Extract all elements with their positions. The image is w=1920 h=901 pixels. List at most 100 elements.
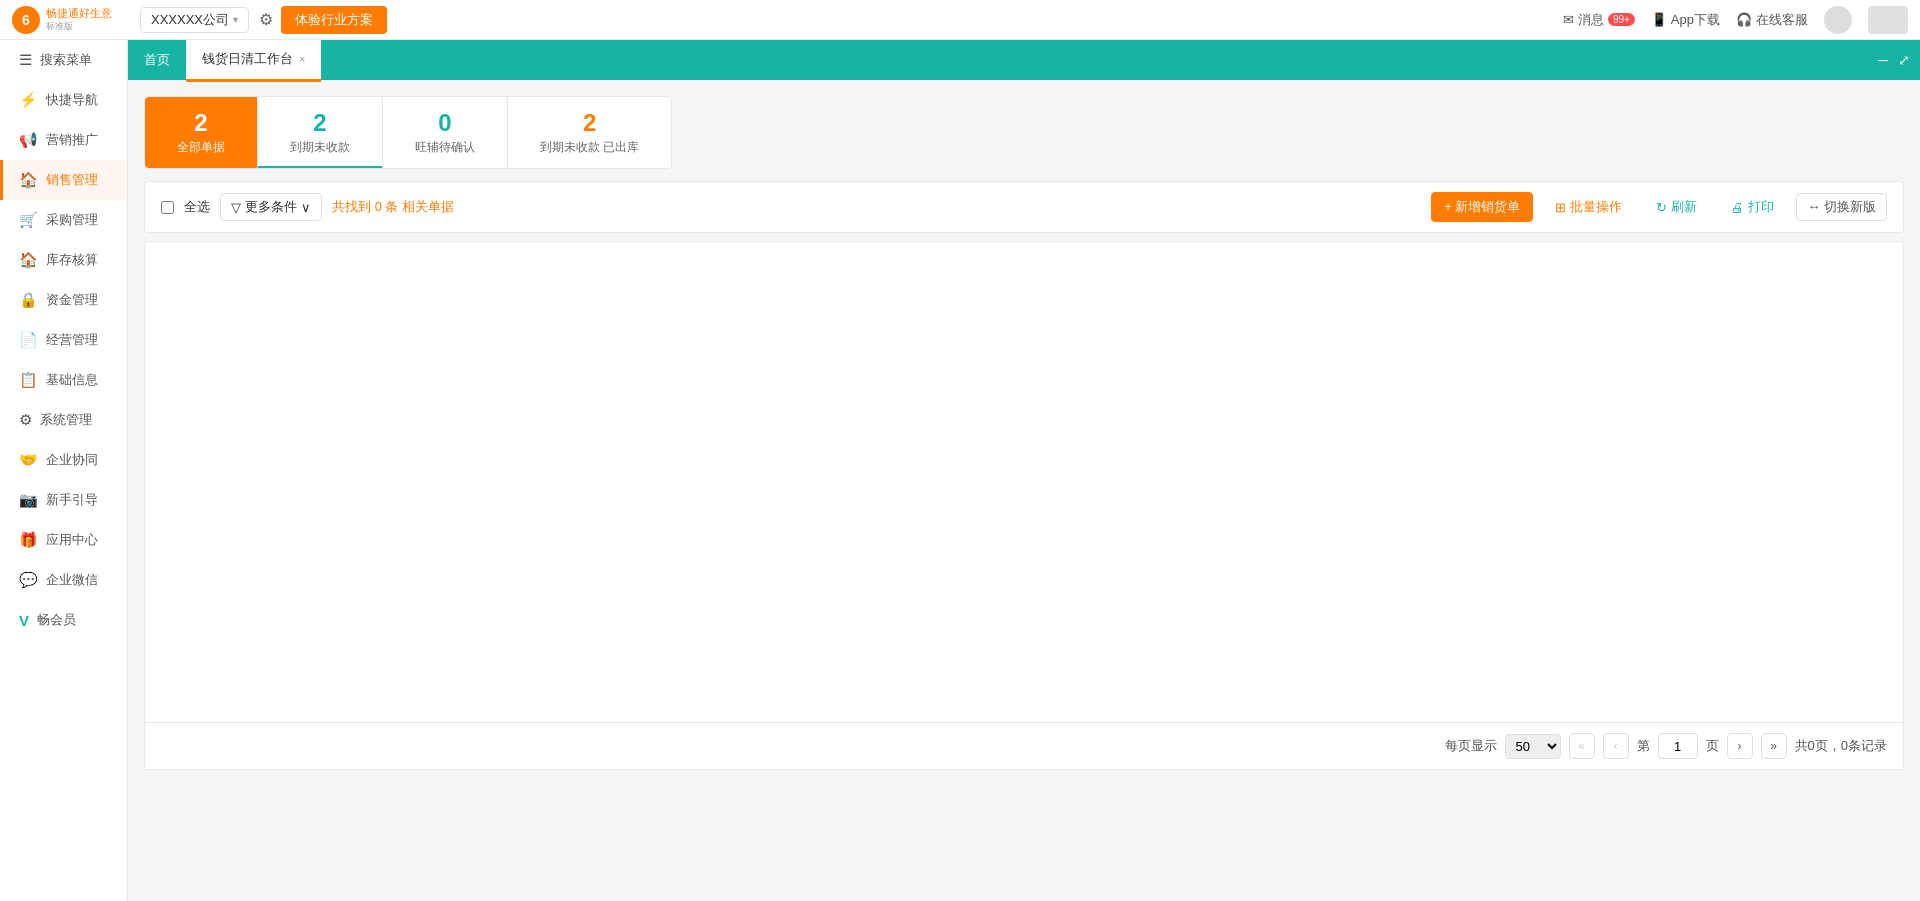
avatar[interactable]	[1824, 6, 1852, 34]
sidebar-item-basic-info[interactable]: 📋 基础信息	[0, 360, 127, 400]
last-page-btn[interactable]: »	[1761, 733, 1787, 759]
sidebar-item-operations[interactable]: 📄 经营管理	[0, 320, 127, 360]
message-icon: ✉	[1563, 12, 1574, 27]
batch-btn[interactable]: ⊞ 批量操作	[1543, 193, 1634, 221]
sidebar-item-vip[interactable]: V 畅会员	[0, 600, 127, 640]
sidebar: ☰ 搜索菜单 ⚡ 快捷导航 📢 营销推广 🏠 销售管理 🛒 采购管理 🏠 库存核…	[0, 40, 128, 901]
next-page-btn[interactable]: ›	[1727, 733, 1753, 759]
sidebar-item-guide[interactable]: 📷 新手引导	[0, 480, 127, 520]
logo-area: 6 畅捷通好生意 标准版	[12, 6, 140, 34]
chevron-down-icon: ▾	[233, 14, 238, 25]
inventory-icon: 🏠	[19, 251, 38, 269]
search-menu-icon: ☰	[19, 51, 32, 69]
page-unit: 页	[1706, 737, 1719, 755]
expand-icon[interactable]: ⤢	[1898, 52, 1910, 68]
system-icon: ⚙	[19, 411, 32, 429]
table-body	[145, 242, 1903, 722]
stat-card-pending[interactable]: 0 旺辅待确认	[383, 97, 508, 168]
filter-icon: ▽	[231, 200, 241, 215]
sidebar-item-wechat[interactable]: 💬 企业微信	[0, 560, 127, 600]
stat-number-overdue: 2	[290, 109, 350, 137]
stat-card-all[interactable]: 2 全部单据	[145, 97, 258, 168]
batch-icon: ⊞	[1555, 200, 1566, 215]
header-middle: ⚙ 体验行业方案	[259, 6, 1563, 34]
stat-label-pending: 旺辅待确认	[415, 139, 475, 156]
guide-icon: 📷	[19, 491, 38, 509]
minimize-icon[interactable]: ─	[1878, 52, 1888, 68]
nav-tabs: 首页 钱货日清工作台 × ─ ⤢	[128, 40, 1920, 80]
sidebar-item-enterprise[interactable]: 🤝 企业协同	[0, 440, 127, 480]
app-center-icon: 🎁	[19, 531, 38, 549]
sidebar-item-app-center[interactable]: 🎁 应用中心	[0, 520, 127, 560]
select-all-checkbox[interactable]	[161, 201, 174, 214]
first-page-btn[interactable]: «	[1569, 733, 1595, 759]
finance-icon: 🔒	[19, 291, 38, 309]
logo-version: 标准版	[46, 20, 112, 33]
messages-badge: 99+	[1608, 13, 1635, 26]
switch-icon: ↔	[1807, 199, 1820, 214]
add-sales-btn[interactable]: + 新增销货单	[1431, 192, 1533, 222]
sidebar-item-marketing[interactable]: 📢 营销推广	[0, 120, 127, 160]
toolbar: 全选 ▽ 更多条件 ∨ 共找到 0 条 相关单据 + 新增销货单 ⊞ 批量操作 …	[144, 181, 1904, 233]
company-selector[interactable]: XXXXXX公司 ▾	[140, 7, 249, 33]
stat-card-overdue[interactable]: 2 到期未收款	[258, 97, 383, 168]
vip-icon: V	[19, 612, 29, 629]
print-btn[interactable]: 🖨 打印	[1719, 193, 1786, 221]
select-all-label: 全选	[184, 198, 210, 216]
tab-close-icon[interactable]: ×	[299, 53, 305, 65]
sidebar-item-finance[interactable]: 🔒 资金管理	[0, 280, 127, 320]
tab-underline-overdue	[258, 166, 382, 168]
filter-chevron-icon: ∨	[301, 200, 311, 215]
refresh-icon: ↻	[1656, 200, 1667, 215]
sales-icon: 🏠	[19, 171, 38, 189]
sidebar-item-purchase[interactable]: 🛒 采购管理	[0, 200, 127, 240]
sidebar-item-sales[interactable]: 🏠 销售管理	[0, 160, 127, 200]
messages-btn[interactable]: ✉ 消息 99+	[1563, 11, 1635, 29]
operations-icon: 📄	[19, 331, 38, 349]
total-label: 共0页，0条记录	[1795, 737, 1887, 755]
stat-number-overdue-out: 2	[540, 109, 639, 137]
main-content: 2 全部单据 2 到期未收款 0 旺辅待确认 2 到期未收款 已出库 全选 ▽ …	[128, 80, 1920, 901]
stat-number-pending: 0	[415, 109, 475, 137]
filter-button[interactable]: ▽ 更多条件 ∨	[220, 193, 322, 221]
nav-right-controls: ─ ⤢	[1878, 52, 1920, 68]
tab-home[interactable]: 首页	[128, 40, 186, 80]
top-header: 6 畅捷通好生意 标准版 XXXXXX公司 ▾ ⚙ 体验行业方案 ✉ 消息 99…	[0, 0, 1920, 40]
per-page-select[interactable]: 50 100 200	[1505, 734, 1561, 759]
stat-label-overdue: 到期未收款	[290, 139, 350, 156]
sidebar-item-quick-nav[interactable]: ⚡ 快捷导航	[0, 80, 127, 120]
logo-icon: 6	[12, 6, 40, 34]
sidebar-item-system[interactable]: ⚙ 系统管理	[0, 400, 127, 440]
logo-name: 畅捷通好生意	[46, 6, 112, 20]
table-area: 每页显示 50 100 200 « ‹ 第 页 › » 共0页，0条记录	[144, 241, 1904, 770]
tab-indicator	[186, 79, 321, 82]
quick-nav-icon: ⚡	[19, 91, 38, 109]
sidebar-item-inventory[interactable]: 🏠 库存核算	[0, 240, 127, 280]
marketing-icon: 📢	[19, 131, 38, 149]
refresh-btn[interactable]: ↻ 刷新	[1644, 193, 1709, 221]
stat-label-overdue-out: 到期未收款 已出库	[540, 139, 639, 156]
basic-info-icon: 📋	[19, 371, 38, 389]
found-link[interactable]: 相关单据	[402, 199, 454, 214]
prev-page-btn[interactable]: ‹	[1603, 733, 1629, 759]
trial-button[interactable]: 体验行业方案	[281, 6, 387, 34]
stat-card-overdue-out[interactable]: 2 到期未收款 已出库	[508, 97, 671, 168]
stat-number-all: 2	[177, 109, 225, 137]
user-name-area	[1868, 6, 1908, 34]
found-count-text: 共找到 0 条 相关单据	[332, 198, 454, 216]
service-icon: 🎧	[1736, 12, 1752, 27]
tab-work-bench[interactable]: 钱货日清工作台 ×	[186, 39, 321, 79]
app-download-btn[interactable]: 📱 App下载	[1651, 11, 1720, 29]
page-label: 第	[1637, 737, 1650, 755]
download-icon: 📱	[1651, 12, 1667, 27]
online-service-btn[interactable]: 🎧 在线客服	[1736, 11, 1808, 29]
stat-cards: 2 全部单据 2 到期未收款 0 旺辅待确认 2 到期未收款 已出库	[144, 96, 672, 169]
toolbar-left: 全选 ▽ 更多条件 ∨ 共找到 0 条 相关单据	[161, 193, 1421, 221]
print-icon: 🖨	[1731, 200, 1744, 215]
page-input[interactable]	[1658, 733, 1698, 759]
switch-version-btn[interactable]: ↔ 切换新版	[1796, 193, 1887, 221]
sidebar-item-search-menu[interactable]: ☰ 搜索菜单	[0, 40, 127, 80]
settings-icon[interactable]: ⚙	[259, 10, 273, 29]
pagination-bar: 每页显示 50 100 200 « ‹ 第 页 › » 共0页，0条记录	[145, 722, 1903, 769]
purchase-icon: 🛒	[19, 211, 38, 229]
